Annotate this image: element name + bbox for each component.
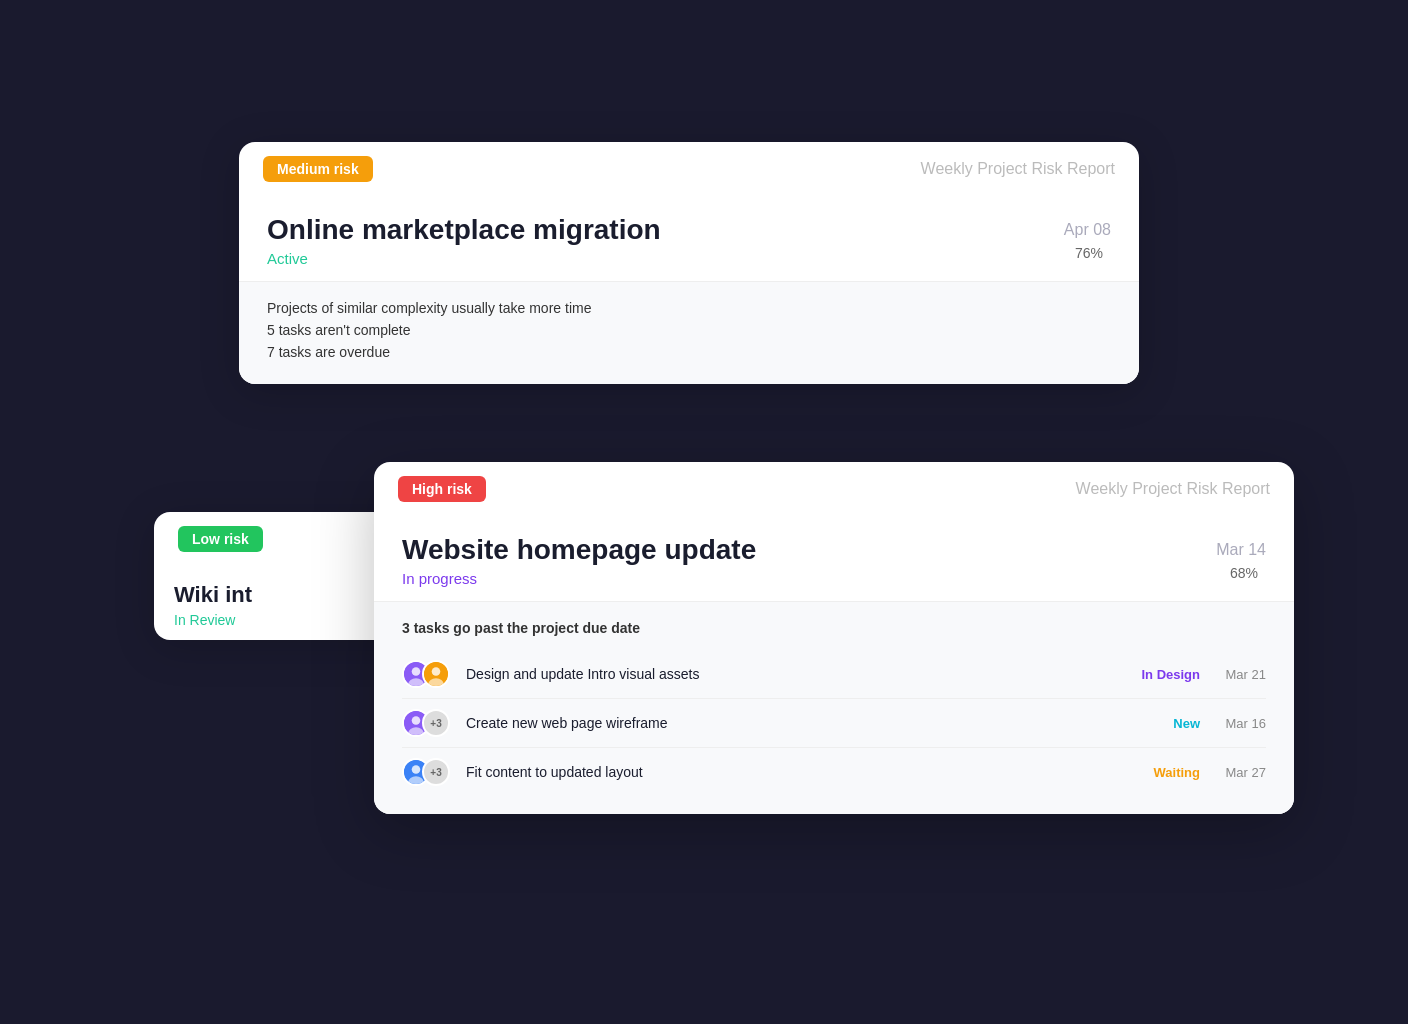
card-top-strip: Medium risk Weekly Project Risk Report [239, 142, 1139, 196]
svg-point-10 [412, 765, 421, 774]
progress-section: 76% [1067, 245, 1111, 261]
task-row: +3 Create new web page wireframe New Mar… [402, 699, 1266, 748]
scene: Low risk Wiki int In Review Medium risk … [154, 82, 1254, 942]
svg-point-7 [412, 716, 421, 725]
task-avatars: +3 [402, 709, 450, 737]
project-date: Mar 14 [1216, 541, 1266, 559]
risk-badge: High risk [398, 476, 486, 502]
task-name: Create new web page wireframe [466, 715, 1120, 731]
task-date: Mar 16 [1216, 716, 1266, 731]
card-medium-risk: Medium risk Weekly Project Risk Report O… [239, 142, 1139, 384]
card-header: Website homepage update In progress Mar … [374, 516, 1294, 601]
risk-badge: Low risk [178, 526, 263, 552]
tasks-header: 3 tasks go past the project due date [402, 620, 1266, 636]
project-info: Website homepage update In progress [402, 534, 1196, 587]
project-status: Active [267, 250, 1044, 267]
project-status: In Review [174, 612, 252, 628]
avatar-count: +3 [422, 709, 450, 737]
project-status: In progress [402, 570, 1196, 587]
risk-item-1: Projects of similar complexity usually t… [267, 300, 1111, 316]
card-high-risk: High risk Weekly Project Risk Report Web… [374, 462, 1294, 814]
svg-point-1 [412, 667, 421, 676]
report-label: Weekly Project Risk Report [1076, 480, 1270, 498]
task-date: Mar 21 [1216, 667, 1266, 682]
risk-item-3: 7 tasks are overdue [267, 344, 1111, 360]
task-status: Waiting [1120, 765, 1200, 780]
task-row: Design and update Intro visual assets In… [402, 650, 1266, 699]
task-row: +3 Fit content to updated layout Waiting… [402, 748, 1266, 796]
task-date: Mar 27 [1216, 765, 1266, 780]
task-status: New [1120, 716, 1200, 731]
project-title: Wiki int [174, 582, 252, 608]
task-name: Design and update Intro visual assets [466, 666, 1120, 682]
progress-pct: 76% [1067, 245, 1103, 261]
risk-item-2: 5 tasks aren't complete [267, 322, 1111, 338]
project-info: Online marketplace migration Active [267, 214, 1044, 267]
report-label: Weekly Project Risk Report [921, 160, 1115, 178]
task-name: Fit content to updated layout [466, 764, 1120, 780]
svg-point-4 [432, 667, 441, 676]
card-body: Projects of similar complexity usually t… [239, 281, 1139, 384]
task-avatars [402, 660, 450, 688]
card-header: Online marketplace migration Active Apr … [239, 196, 1139, 281]
card-body: 3 tasks go past the project due date [374, 601, 1294, 814]
task-avatars: +3 [402, 758, 450, 786]
avatar [422, 660, 450, 688]
avatar-count: +3 [422, 758, 450, 786]
project-title: Online marketplace migration [267, 214, 1044, 246]
card-top-strip: High risk Weekly Project Risk Report [374, 462, 1294, 516]
risk-badge: Medium risk [263, 156, 373, 182]
project-date: Apr 08 [1064, 221, 1111, 239]
project-title: Website homepage update [402, 534, 1196, 566]
task-status: In Design [1120, 667, 1200, 682]
progress-pct: 68% [1222, 565, 1258, 581]
progress-section: 68% [1222, 565, 1266, 581]
